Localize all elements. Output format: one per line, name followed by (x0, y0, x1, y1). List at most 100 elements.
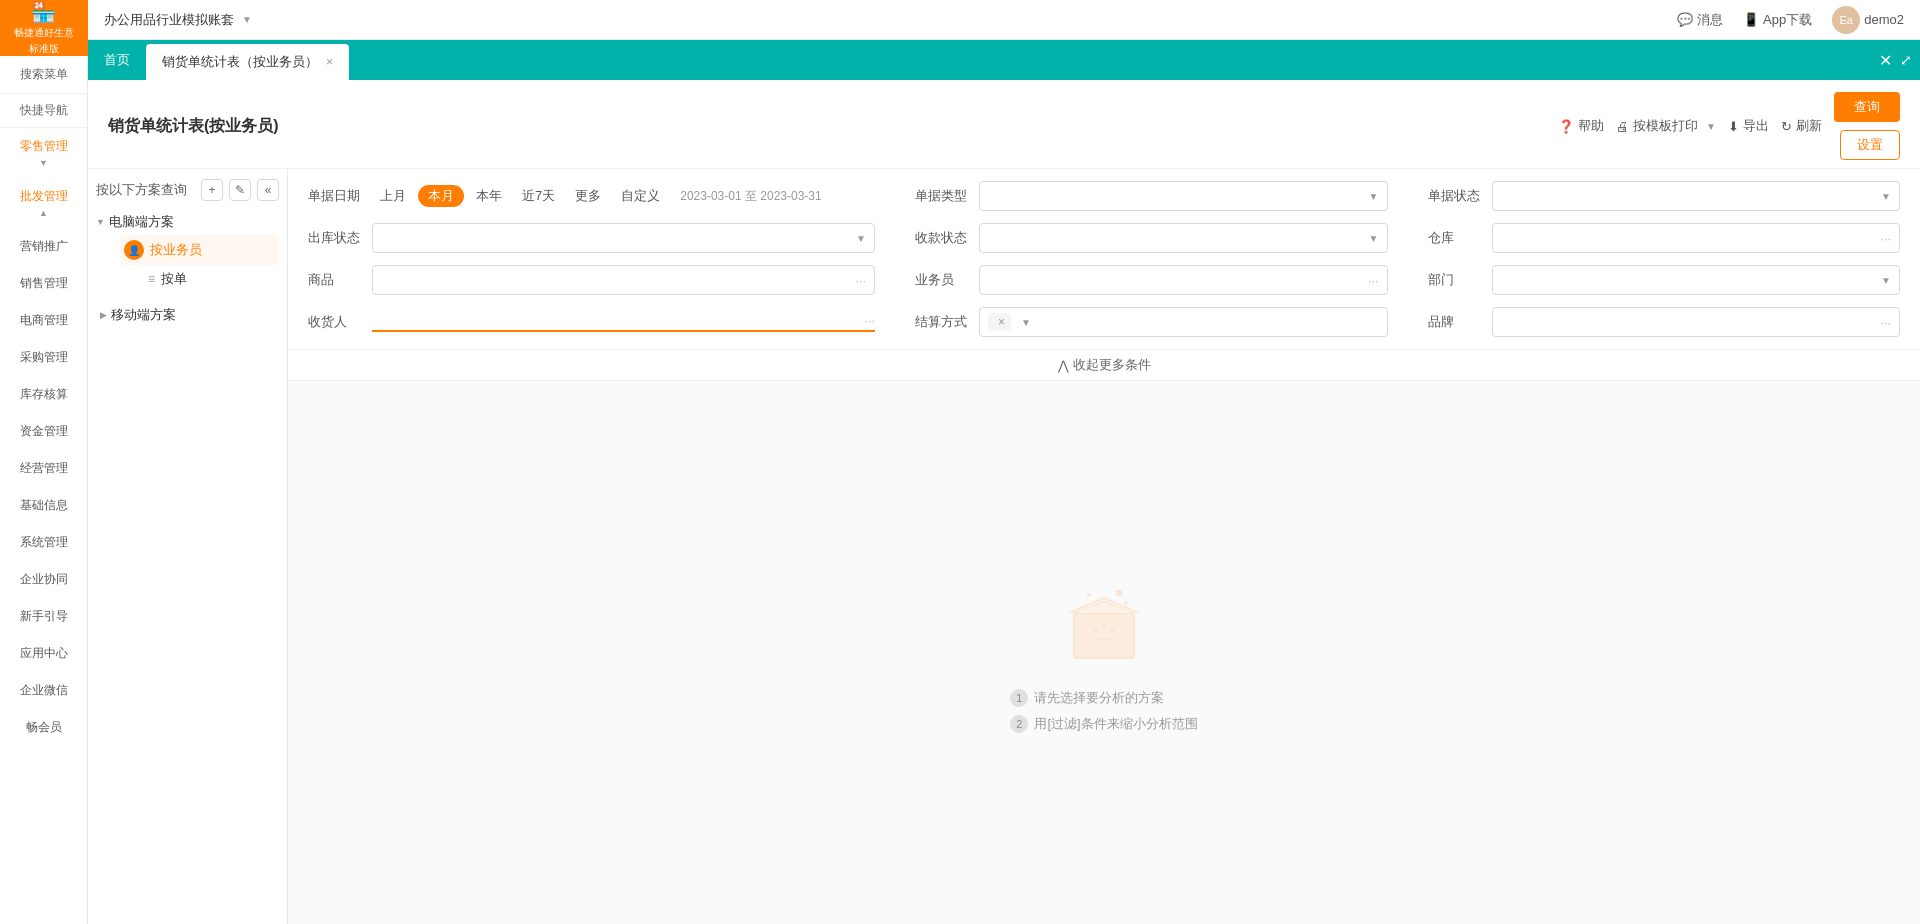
date-custom[interactable]: 自定义 (613, 185, 668, 207)
settle-clear-tag: × (988, 313, 1011, 331)
filter-out-status: 出库状态 ▼ (308, 223, 875, 253)
date-year[interactable]: 本年 (468, 185, 510, 207)
sidebar-item-inventory[interactable]: 库存核算 (0, 376, 87, 413)
filter-dept: 部门 ▼ (1428, 265, 1901, 295)
empty-state: 1 请先选择要分析的方案 2 用[过滤]条件来缩小分析范围 (288, 381, 1920, 924)
date-7days[interactable]: 近7天 (514, 185, 563, 207)
pay-status-label: 收款状态 (915, 229, 971, 247)
right-area: 单据日期 上月 本月 本年 近7天 更多 自定义 20 (288, 169, 1920, 924)
print-button[interactable]: 🖨 按模板打印 ▼ (1616, 117, 1716, 135)
export-button[interactable]: ⬇ 导出 (1728, 117, 1769, 135)
sidebar-item-wholesale[interactable]: 批发管理 ▲ (0, 178, 87, 228)
sidebar-item-newbie[interactable]: 新手引导 (0, 598, 87, 635)
message-icon: 💬 (1677, 12, 1693, 27)
tree-mobile-section: ▶ 移动端方案 (96, 301, 279, 329)
tab-close-icon[interactable]: × (326, 55, 333, 69)
header-title: 办公用品行业模拟账套 (104, 11, 234, 29)
collapse-up-icon: ⋀ (1058, 358, 1069, 373)
sidebar-logo[interactable]: 🏪 畅捷通好生意 标准版 (0, 0, 88, 56)
settings-button[interactable]: 设置 (1840, 130, 1900, 160)
scheme-sub-icon: ≡ (148, 272, 155, 286)
settle-clear-button[interactable]: × (998, 315, 1005, 329)
date-more[interactable]: 更多 (567, 185, 609, 207)
doc-type-select[interactable]: ▼ (979, 181, 1388, 211)
help-button[interactable]: ❓ 帮助 (1558, 117, 1604, 135)
message-button[interactable]: 💬 消息 (1677, 11, 1723, 29)
sidebar-item-wecom[interactable]: 企业微信 (0, 672, 87, 709)
collapse-button[interactable]: ⋀ 收起更多条件 (1058, 356, 1151, 374)
brand-select[interactable]: ··· (1492, 307, 1901, 337)
content-body: 按以下方案查询 + ✎ « ▼ 电脑端方案 👤 按 (88, 169, 1920, 924)
empty-tip-1: 1 请先选择要分析的方案 (1010, 689, 1197, 707)
empty-tip-text-1: 请先选择要分析的方案 (1034, 689, 1164, 707)
sidebar-quick-nav[interactable]: 快捷导航 (0, 94, 87, 128)
header-right: 💬 消息 📱 App下载 Ea demo2 (1677, 6, 1904, 34)
filter-row-3: 商品 ··· 业务员 ··· 部门 (308, 265, 1900, 295)
tab-sales-stats[interactable]: 销货单统计表（按业务员） × (146, 44, 349, 80)
empty-tips: 1 请先选择要分析的方案 2 用[过滤]条件来缩小分析范围 (1010, 689, 1197, 733)
empty-tip-2: 2 用[过滤]条件来缩小分析范围 (1010, 715, 1197, 733)
collapse-panel-button[interactable]: « (257, 179, 279, 201)
sidebar-item-retail[interactable]: 零售管理 ▼ (0, 128, 87, 178)
salesperson-select[interactable]: ··· (979, 265, 1388, 295)
sidebar-item-label: 批发管理 (20, 188, 68, 205)
svg-point-2 (1116, 590, 1122, 596)
dept-label: 部门 (1428, 271, 1484, 289)
doc-status-select[interactable]: ▼ (1492, 181, 1901, 211)
sidebar-item-sales[interactable]: 销售管理 (0, 265, 87, 302)
receiver-input[interactable] (372, 313, 864, 328)
sidebar-item-label: 销售管理 (20, 275, 68, 292)
chevron-down-icon: ▼ (39, 158, 48, 168)
sidebar-item-ecommerce[interactable]: 电商管理 (0, 302, 87, 339)
refresh-button[interactable]: ↻ 刷新 (1781, 117, 1822, 135)
tab-bar: 首页 销货单统计表（按业务员） × ✕ ⤢ (88, 40, 1920, 80)
scheme-by-order[interactable]: ≡ 按单 (120, 265, 279, 293)
header-dropdown-icon[interactable]: ▼ (242, 14, 252, 25)
query-button[interactable]: 查询 (1834, 92, 1900, 122)
sidebar-item-management[interactable]: 经营管理 (0, 450, 87, 487)
date-prev-month[interactable]: 上月 (372, 185, 414, 207)
filter-row-1: 单据日期 上月 本月 本年 近7天 更多 自定义 20 (308, 181, 1900, 211)
pay-status-select[interactable]: ▼ (979, 223, 1388, 253)
empty-tip-num-1: 1 (1010, 689, 1028, 707)
out-status-select[interactable]: ▼ (372, 223, 875, 253)
filter-salesperson: 业务员 ··· (915, 265, 1388, 295)
sidebar-item-marketing[interactable]: 营销推广 (0, 228, 87, 265)
user-profile[interactable]: Ea demo2 (1832, 6, 1904, 34)
add-scheme-button[interactable]: + (201, 179, 223, 201)
receiver-ellipsis[interactable]: ··· (864, 313, 875, 328)
tree-mobile-item[interactable]: ▶ 移动端方案 (96, 301, 279, 329)
brand-label: 品牌 (1428, 313, 1484, 331)
tab-home[interactable]: 首页 (88, 40, 146, 80)
sidebar-item-enterprise[interactable]: 企业协同 (0, 561, 87, 598)
tab-close-button[interactable]: ✕ (1879, 51, 1892, 70)
sidebar-search[interactable]: 搜索菜单 (0, 56, 87, 94)
date-cur-month[interactable]: 本月 (418, 185, 464, 207)
tab-sales-label: 销货单统计表（按业务员） (162, 53, 318, 71)
settle-select[interactable]: × ▼ (979, 307, 1388, 337)
print-icon: 🖨 (1616, 119, 1629, 134)
sidebar-item-purchase[interactable]: 采购管理 (0, 339, 87, 376)
scheme-by-salesperson[interactable]: 👤 按业务员 (120, 235, 279, 265)
tab-maximize-button[interactable]: ⤢ (1900, 52, 1912, 68)
sidebar-item-finance[interactable]: 资金管理 (0, 413, 87, 450)
goods-select[interactable]: ··· (372, 265, 875, 295)
page-header: 销货单统计表(按业务员) ❓ 帮助 🖨 按模板打印 ▼ ⬇ 导出 ↻ 刷新 (88, 80, 1920, 169)
sidebar-item-label: 新手引导 (20, 608, 68, 625)
sidebar-item-system[interactable]: 系统管理 (0, 524, 87, 561)
settle-caret: ▼ (1021, 317, 1031, 328)
page-content: 销货单统计表(按业务员) ❓ 帮助 🖨 按模板打印 ▼ ⬇ 导出 ↻ 刷新 (88, 80, 1920, 924)
sidebar-item-member[interactable]: 畅会员 (0, 709, 87, 746)
dept-select[interactable]: ▼ (1492, 265, 1901, 295)
filter-row-4: 收货人 ··· 结算方式 × (308, 307, 1900, 337)
tree-desktop-section[interactable]: ▼ 电脑端方案 (96, 209, 279, 235)
header-left: 办公用品行业模拟账套 ▼ (104, 11, 252, 29)
app-download-button[interactable]: 📱 App下载 (1743, 11, 1812, 29)
sidebar-item-basic[interactable]: 基础信息 (0, 487, 87, 524)
edit-scheme-button[interactable]: ✎ (229, 179, 251, 201)
sidebar-item-appcenter[interactable]: 应用中心 (0, 635, 87, 672)
filter-area: 单据日期 上月 本月 本年 近7天 更多 自定义 20 (288, 169, 1920, 350)
warehouse-select[interactable]: ··· (1492, 223, 1901, 253)
logo-subtext: 标准版 (29, 42, 59, 56)
filter-brand: 品牌 ··· (1428, 307, 1901, 337)
